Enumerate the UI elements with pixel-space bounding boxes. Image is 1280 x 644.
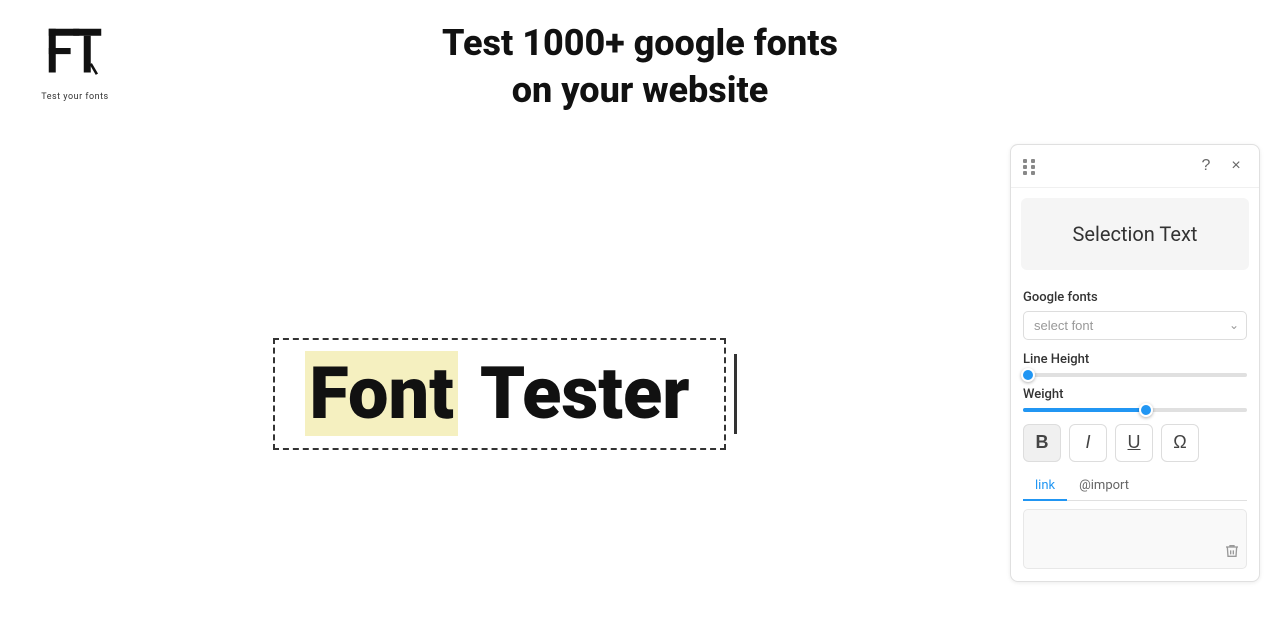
panel-header: ? × bbox=[1011, 145, 1259, 188]
code-output-area bbox=[1023, 509, 1247, 569]
output-tabs: link @import bbox=[1023, 472, 1247, 501]
demo-text: Font Tester bbox=[305, 351, 693, 436]
tab-link[interactable]: link bbox=[1023, 472, 1067, 501]
text-box-container: Font Tester bbox=[273, 338, 736, 450]
bold-button[interactable]: B bbox=[1023, 424, 1061, 462]
text-cursor bbox=[734, 354, 737, 434]
word-tester: Tester bbox=[476, 351, 694, 436]
word-font: Font bbox=[305, 351, 458, 436]
font-tester-panel: ? × Selection Text Google fonts select f… bbox=[1010, 144, 1260, 582]
weight-section: Weight bbox=[1023, 387, 1247, 412]
google-fonts-label: Google fonts bbox=[1023, 290, 1247, 305]
panel-header-left bbox=[1023, 159, 1037, 173]
line-height-track bbox=[1023, 373, 1247, 377]
selection-preview-text: Selection Text bbox=[1073, 222, 1198, 246]
dashed-text-box[interactable]: Font Tester bbox=[273, 338, 725, 450]
trash-icon bbox=[1224, 543, 1240, 559]
font-select[interactable]: select font bbox=[1023, 311, 1247, 340]
logo-icon bbox=[40, 20, 110, 90]
underline-button[interactable]: U bbox=[1115, 424, 1153, 462]
weight-track bbox=[1023, 408, 1247, 412]
selection-preview: Selection Text bbox=[1021, 198, 1249, 270]
drag-handle-icon[interactable] bbox=[1023, 159, 1037, 173]
help-button[interactable]: ? bbox=[1195, 155, 1217, 177]
close-button[interactable]: × bbox=[1225, 155, 1247, 177]
logo-tagline: Test your fonts bbox=[41, 92, 108, 102]
trash-button[interactable] bbox=[1224, 543, 1240, 562]
demo-area: Font Tester bbox=[0, 144, 1010, 644]
page-title: Test 1000+ google fonts on your website bbox=[40, 20, 1240, 114]
tab-import[interactable]: @import bbox=[1067, 472, 1141, 501]
panel-header-right: ? × bbox=[1195, 155, 1247, 177]
logo-area: Test your fonts bbox=[40, 20, 110, 102]
panel-body: Google fonts select font ⌄ Line Height W… bbox=[1011, 278, 1259, 581]
reset-button[interactable]: Ω bbox=[1161, 424, 1199, 462]
header: Test your fonts Test 1000+ google fonts … bbox=[0, 0, 1280, 134]
italic-button[interactable]: I bbox=[1069, 424, 1107, 462]
line-height-section: Line Height bbox=[1023, 352, 1247, 377]
format-buttons: B I U Ω bbox=[1023, 424, 1247, 462]
font-select-wrapper: select font ⌄ bbox=[1023, 311, 1247, 340]
main-content: Font Tester ? × bbox=[0, 144, 1280, 644]
